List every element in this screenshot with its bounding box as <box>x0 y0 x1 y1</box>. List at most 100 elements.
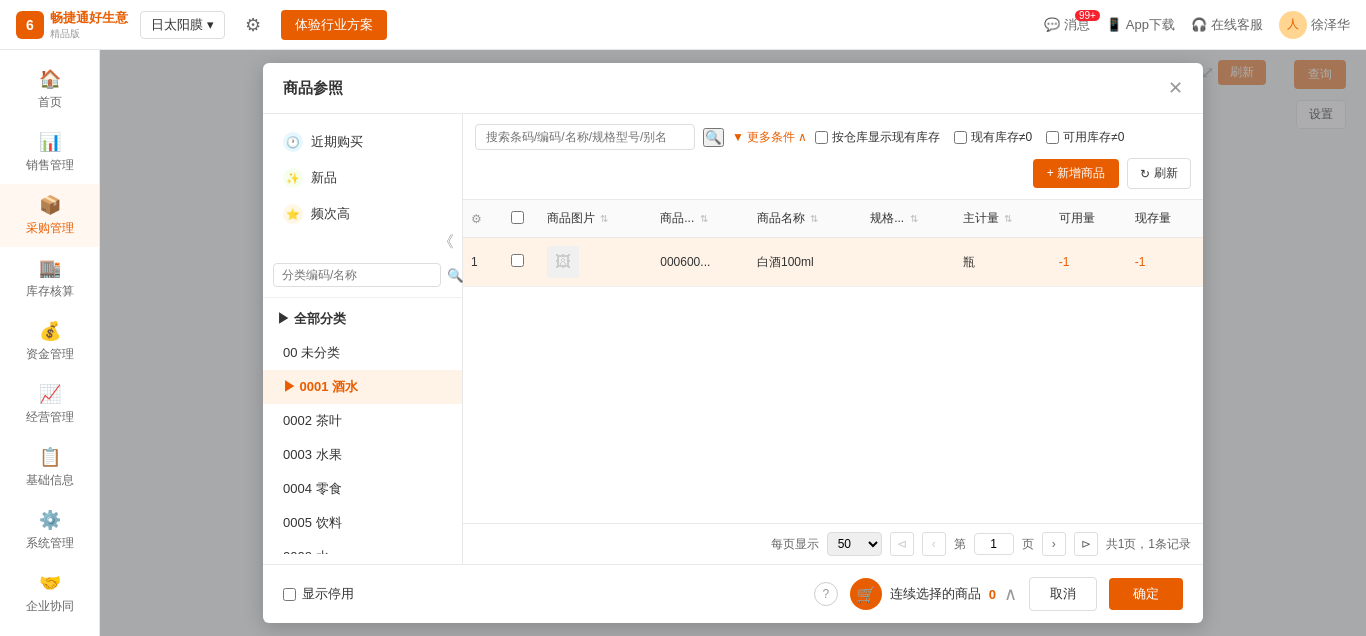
quick-item-recent[interactable]: 🕐 近期购买 <box>273 124 452 160</box>
experience-button[interactable]: 体验行业方案 <box>281 10 387 40</box>
row-checkbox-cell <box>503 238 539 287</box>
top-right-area: 💬 消息 99+ 📱 App下载 🎧 在线客服 人 徐泽华 <box>1044 11 1350 39</box>
sidebar-item-purchase[interactable]: 📦 采购管理 <box>0 184 99 247</box>
more-filter-button[interactable]: ▼ 更多条件 ∧ <box>732 129 807 146</box>
messages-button[interactable]: 💬 消息 99+ <box>1044 16 1090 34</box>
total-info: 共1页，1条记录 <box>1106 536 1191 553</box>
sidebar: 🏠 首页 📊 销售管理 📦 采购管理 🏬 库存核算 💰 资金管理 📈 经营管理 … <box>0 50 100 636</box>
company-dropdown[interactable]: 日太阳膜 ▾ <box>140 11 225 39</box>
sort-icon-unit: ⇅ <box>1004 213 1012 224</box>
modal-close-button[interactable]: ✕ <box>1168 77 1183 99</box>
cat-item-liquor[interactable]: ▶ 0001 酒水 <box>263 370 462 404</box>
prev-page-button[interactable]: ‹ <box>922 532 946 556</box>
sales-icon: 📊 <box>39 131 61 153</box>
next-page-button[interactable]: › <box>1042 532 1066 556</box>
divider <box>263 297 462 298</box>
sidebar-item-inventory[interactable]: 🏬 库存核算 <box>0 247 99 310</box>
chevron-down-icon: ▾ <box>207 17 214 32</box>
row-index: 1 <box>463 238 503 287</box>
checkbox-nonzero-input[interactable] <box>954 131 967 144</box>
sidebar-item-sales[interactable]: 📊 销售管理 <box>0 121 99 184</box>
col-checkbox <box>503 200 539 238</box>
row-image-cell: 🖼 <box>539 238 652 287</box>
help-button[interactable]: ? <box>814 582 838 606</box>
collapse-button[interactable]: 《 <box>263 232 462 253</box>
sidebar-label-inventory: 库存核算 <box>26 283 74 300</box>
cancel-button[interactable]: 取消 <box>1029 577 1097 611</box>
product-search-button[interactable]: 🔍 <box>703 128 724 147</box>
refresh-icon: ↻ <box>1140 167 1150 181</box>
table-row[interactable]: 1 🖼 000600... 白酒100ml <box>463 238 1203 287</box>
col-name: 商品名称 ⇅ <box>749 200 862 238</box>
row-stock: -1 <box>1127 238 1203 287</box>
category-search-input[interactable] <box>273 263 441 287</box>
first-page-button[interactable]: ⊲ <box>890 532 914 556</box>
home-icon: 🏠 <box>39 68 61 90</box>
recent-icon: 🕐 <box>283 132 303 152</box>
cat-item-snack[interactable]: 0004 零食 <box>263 472 462 506</box>
sidebar-label-purchase: 采购管理 <box>26 220 74 237</box>
checkbox-available-nonzero[interactable]: 可用库存≠0 <box>1046 129 1124 146</box>
cat-item-unclassified[interactable]: 00 未分类 <box>263 336 462 370</box>
app-download-button[interactable]: 📱 App下载 <box>1106 16 1175 34</box>
sidebar-item-business[interactable]: 📈 经营管理 <box>0 373 99 436</box>
user-profile[interactable]: 人 徐泽华 <box>1279 11 1350 39</box>
product-table-container: ⚙ 商品图片 ⇅ <box>463 200 1203 523</box>
pagination: 每页显示 50 100 200 ⊲ ‹ 第 页 › <box>463 523 1203 564</box>
category-list: ▶ 全部分类 00 未分类 ▶ 0001 酒水 0002 茶叶 <box>263 302 462 554</box>
cat-item-drink[interactable]: 0005 饮料 <box>263 506 462 540</box>
finance-icon: 💰 <box>39 320 61 342</box>
cat-item-fruit[interactable]: 0003 水果 <box>263 438 462 472</box>
page-number-input[interactable] <box>974 533 1014 555</box>
table-toolbar: 🔍 ▼ 更多条件 ∧ 按仓库显示现有库存 <box>463 114 1203 200</box>
per-page-select[interactable]: 50 100 200 <box>827 532 882 556</box>
new-icon: ✨ <box>283 168 303 188</box>
row-checkbox[interactable] <box>511 254 524 267</box>
checkbox-nonzero-stock[interactable]: 现有库存≠0 <box>954 129 1032 146</box>
last-page-button[interactable]: ⊳ <box>1074 532 1098 556</box>
freq-icon: ⭐ <box>283 204 303 224</box>
row-spec <box>862 238 955 287</box>
sidebar-item-basics[interactable]: 📋 基础信息 <box>0 436 99 499</box>
purchase-icon: 📦 <box>39 194 61 216</box>
checkbox-warehouse-input[interactable] <box>815 131 828 144</box>
add-product-button[interactable]: + 新增商品 <box>1033 159 1119 188</box>
modal-header: 商品参照 ✕ <box>263 63 1203 114</box>
sidebar-item-finance[interactable]: 💰 资金管理 <box>0 310 99 373</box>
quick-item-new[interactable]: ✨ 新品 <box>273 160 452 196</box>
checkbox-available-input[interactable] <box>1046 131 1059 144</box>
settings-icon[interactable]: ⚙ <box>237 10 269 40</box>
sidebar-item-guide[interactable]: 🌟 新手引导 <box>0 625 99 636</box>
quick-item-freq[interactable]: ⭐ 频次高 <box>273 196 452 232</box>
cat-item-all[interactable]: ▶ 全部分类 <box>263 302 462 336</box>
row-available: -1 <box>1051 238 1127 287</box>
col-settings[interactable]: ⚙ <box>463 200 503 238</box>
online-service-button[interactable]: 🎧 在线客服 <box>1191 16 1263 34</box>
select-all-checkbox[interactable] <box>511 211 524 224</box>
sidebar-item-system[interactable]: ⚙️ 系统管理 <box>0 499 99 562</box>
product-reference-modal: 商品参照 ✕ 🕐 近期购买 ✨ 新 <box>263 63 1203 623</box>
checkbox-warehouse[interactable]: 按仓库显示现有库存 <box>815 129 940 146</box>
sort-icon-code: ⇅ <box>700 213 708 224</box>
refresh-button[interactable]: ↻ 刷新 <box>1127 158 1191 189</box>
confirm-button[interactable]: 确定 <box>1109 578 1183 610</box>
column-settings-icon[interactable]: ⚙ <box>471 212 482 226</box>
sidebar-item-home[interactable]: 🏠 首页 <box>0 58 99 121</box>
sidebar-item-collab[interactable]: 🤝 企业协同 <box>0 562 99 625</box>
show-disabled-checkbox[interactable]: 显示停用 <box>283 585 354 603</box>
col-unit: 主计量 ⇅ <box>955 200 1051 238</box>
cart-icon[interactable]: 🛒 <box>850 578 882 610</box>
cat-item-water[interactable]: 0008 水 <box>263 540 462 554</box>
collapse-cart-button[interactable]: ∧ <box>1004 583 1017 605</box>
cat-item-tea[interactable]: 0002 茶叶 <box>263 404 462 438</box>
cart-label: 连续选择的商品 <box>890 585 981 603</box>
message-icon: 💬 <box>1044 17 1060 32</box>
col-stock: 现存量 <box>1127 200 1203 238</box>
product-search-input[interactable] <box>475 124 695 150</box>
collapse-icon[interactable]: 《 <box>438 232 454 253</box>
col-spec: 规格... ⇅ <box>862 200 955 238</box>
category-search-button[interactable]: 🔍 <box>447 268 464 283</box>
show-disabled-input[interactable] <box>283 588 296 601</box>
modal-right-panel: 🔍 ▼ 更多条件 ∧ 按仓库显示现有库存 <box>463 114 1203 564</box>
phone-icon: 📱 <box>1106 17 1122 32</box>
